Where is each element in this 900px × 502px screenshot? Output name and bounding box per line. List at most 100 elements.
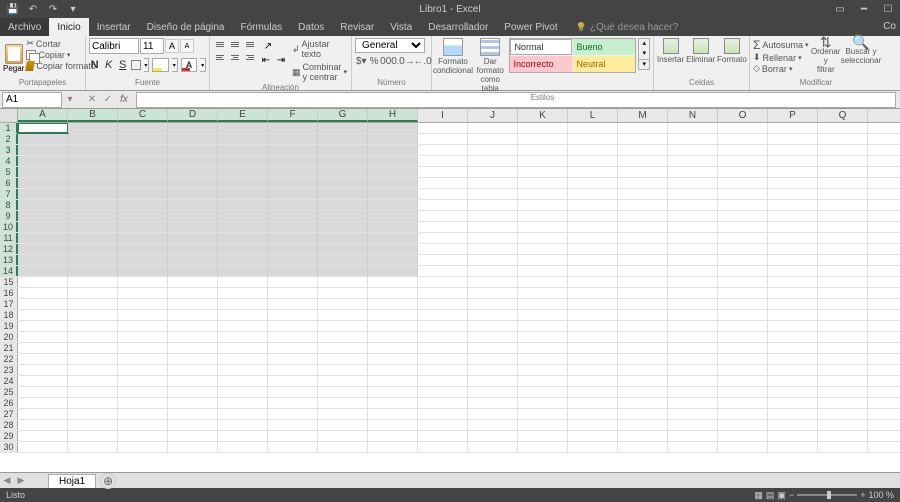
cell-A3[interactable] bbox=[18, 145, 68, 155]
cell-J19[interactable] bbox=[468, 321, 518, 331]
cell-N7[interactable] bbox=[668, 189, 718, 199]
cancel-formula-icon[interactable]: ✕ bbox=[84, 92, 100, 108]
cell-P23[interactable] bbox=[768, 365, 818, 375]
cell-K6[interactable] bbox=[518, 178, 568, 188]
cell-J13[interactable] bbox=[468, 255, 518, 265]
cell-B7[interactable] bbox=[68, 189, 118, 199]
row-header-28[interactable]: 28 bbox=[0, 420, 18, 430]
cell-Q18[interactable] bbox=[818, 310, 868, 320]
cell-E1[interactable] bbox=[218, 123, 268, 133]
cell-E26[interactable] bbox=[218, 398, 268, 408]
cell-L30[interactable] bbox=[568, 442, 618, 452]
cell-D3[interactable] bbox=[168, 145, 218, 155]
cell-D6[interactable] bbox=[168, 178, 218, 188]
cell-B30[interactable] bbox=[68, 442, 118, 452]
cell-E2[interactable] bbox=[218, 134, 268, 144]
cell-F26[interactable] bbox=[268, 398, 318, 408]
cell-A19[interactable] bbox=[18, 321, 68, 331]
border-button[interactable] bbox=[131, 60, 140, 70]
cell-D10[interactable] bbox=[168, 222, 218, 232]
cell-C23[interactable] bbox=[118, 365, 168, 375]
cell-Q7[interactable] bbox=[818, 189, 868, 199]
decrease-indent-button[interactable]: ⇤ bbox=[259, 54, 273, 66]
cell-J2[interactable] bbox=[468, 134, 518, 144]
view-normal-icon[interactable]: ▦ bbox=[754, 490, 763, 501]
view-break-icon[interactable]: ▣ bbox=[777, 490, 786, 501]
row-header-7[interactable]: 7 bbox=[0, 189, 18, 199]
cell-A4[interactable] bbox=[18, 156, 68, 166]
cell-J22[interactable] bbox=[468, 354, 518, 364]
cell-F9[interactable] bbox=[268, 211, 318, 221]
cell-Q1[interactable] bbox=[818, 123, 868, 133]
spreadsheet-grid[interactable]: ABCDEFGHIJKLMNOPQ 1234567891011121314151… bbox=[0, 109, 900, 472]
cell-B2[interactable] bbox=[68, 134, 118, 144]
cell-F8[interactable] bbox=[268, 200, 318, 210]
cell-D27[interactable] bbox=[168, 409, 218, 419]
cell-C17[interactable] bbox=[118, 299, 168, 309]
cell-F10[interactable] bbox=[268, 222, 318, 232]
cell-D30[interactable] bbox=[168, 442, 218, 452]
cell-I7[interactable] bbox=[418, 189, 468, 199]
cell-G27[interactable] bbox=[318, 409, 368, 419]
cell-H2[interactable] bbox=[368, 134, 418, 144]
cell-J15[interactable] bbox=[468, 277, 518, 287]
cell-M8[interactable] bbox=[618, 200, 668, 210]
cell-G5[interactable] bbox=[318, 167, 368, 177]
cell-G24[interactable] bbox=[318, 376, 368, 386]
cell-A1[interactable] bbox=[18, 123, 68, 133]
cell-J6[interactable] bbox=[468, 178, 518, 188]
cell-M19[interactable] bbox=[618, 321, 668, 331]
cell-G9[interactable] bbox=[318, 211, 368, 221]
cell-D15[interactable] bbox=[168, 277, 218, 287]
italic-button[interactable]: K bbox=[103, 59, 114, 71]
cell-C18[interactable] bbox=[118, 310, 168, 320]
cell-J23[interactable] bbox=[468, 365, 518, 375]
row-header-8[interactable]: 8 bbox=[0, 200, 18, 210]
cell-O7[interactable] bbox=[718, 189, 768, 199]
cell-M9[interactable] bbox=[618, 211, 668, 221]
cell-Q24[interactable] bbox=[818, 376, 868, 386]
cell-Q5[interactable] bbox=[818, 167, 868, 177]
cell-E21[interactable] bbox=[218, 343, 268, 353]
cell-E24[interactable] bbox=[218, 376, 268, 386]
cell-O11[interactable] bbox=[718, 233, 768, 243]
cell-J7[interactable] bbox=[468, 189, 518, 199]
cell-C21[interactable] bbox=[118, 343, 168, 353]
cell-N18[interactable] bbox=[668, 310, 718, 320]
cell-B26[interactable] bbox=[68, 398, 118, 408]
cell-K19[interactable] bbox=[518, 321, 568, 331]
cell-O30[interactable] bbox=[718, 442, 768, 452]
cell-C20[interactable] bbox=[118, 332, 168, 342]
name-box-dropdown[interactable]: ▾ bbox=[62, 92, 78, 108]
row-header-1[interactable]: 1 bbox=[0, 123, 18, 133]
cell-A20[interactable] bbox=[18, 332, 68, 342]
cell-I1[interactable] bbox=[418, 123, 468, 133]
tab-insertar[interactable]: Insertar bbox=[89, 18, 139, 36]
tell-me-search[interactable]: ¿Qué desea hacer? bbox=[576, 18, 679, 36]
cell-K17[interactable] bbox=[518, 299, 568, 309]
cell-B15[interactable] bbox=[68, 277, 118, 287]
cell-M2[interactable] bbox=[618, 134, 668, 144]
cell-N29[interactable] bbox=[668, 431, 718, 441]
cell-N19[interactable] bbox=[668, 321, 718, 331]
cell-P19[interactable] bbox=[768, 321, 818, 331]
cell-P2[interactable] bbox=[768, 134, 818, 144]
cell-I20[interactable] bbox=[418, 332, 468, 342]
row-header-2[interactable]: 2 bbox=[0, 134, 18, 144]
cell-C13[interactable] bbox=[118, 255, 168, 265]
cell-M26[interactable] bbox=[618, 398, 668, 408]
cell-H17[interactable] bbox=[368, 299, 418, 309]
cell-G10[interactable] bbox=[318, 222, 368, 232]
cell-O16[interactable] bbox=[718, 288, 768, 298]
cell-H26[interactable] bbox=[368, 398, 418, 408]
cell-D5[interactable] bbox=[168, 167, 218, 177]
col-header-M[interactable]: M bbox=[618, 109, 668, 122]
col-header-N[interactable]: N bbox=[668, 109, 718, 122]
save-icon[interactable]: 💾 bbox=[4, 2, 22, 16]
cell-N17[interactable] bbox=[668, 299, 718, 309]
cell-J11[interactable] bbox=[468, 233, 518, 243]
cell-J9[interactable] bbox=[468, 211, 518, 221]
cell-G13[interactable] bbox=[318, 255, 368, 265]
cell-A28[interactable] bbox=[18, 420, 68, 430]
cell-D21[interactable] bbox=[168, 343, 218, 353]
